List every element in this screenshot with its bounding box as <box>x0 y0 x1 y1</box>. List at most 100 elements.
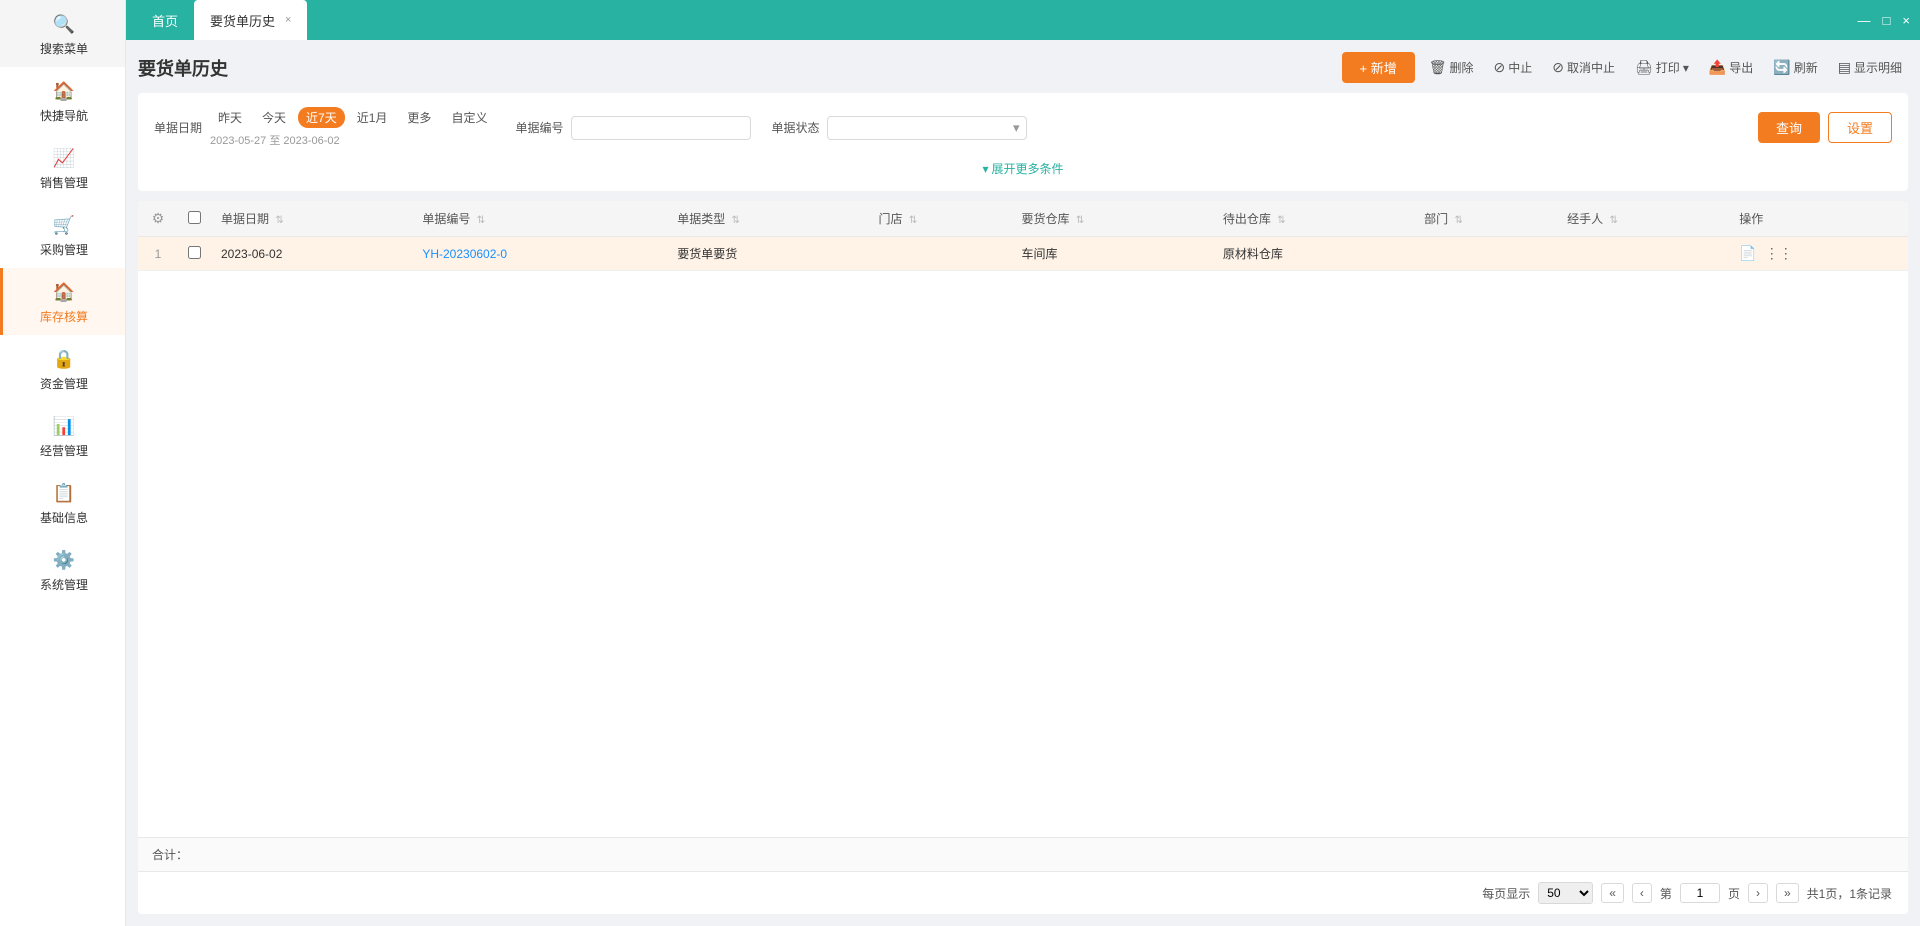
page-number-input[interactable] <box>1680 883 1720 903</box>
sidebar-item-label: 资金管理 <box>40 375 88 392</box>
filter-card: 单据日期 昨天 今天 近7天 近1月 更多 自定义 2023-05-27 至 2… <box>138 93 1908 191</box>
sidebar-item-label: 基础信息 <box>40 509 88 526</box>
th-checkbox <box>178 201 211 237</box>
row-actions: 📄 ⋮⋮ <box>1729 237 1908 271</box>
date-btn-7days[interactable]: 近7天 <box>298 107 345 128</box>
sort-date-icon[interactable]: ⇅ <box>275 215 283 226</box>
date-btn-custom[interactable]: 自定义 <box>443 107 495 128</box>
sidebar-item-label: 快捷导航 <box>40 107 88 124</box>
th-gear: ⚙ <box>138 201 178 237</box>
th-department: 部门 ⇅ <box>1414 201 1557 237</box>
query-button[interactable]: 查询 <box>1758 112 1820 143</box>
next-page-btn[interactable]: › <box>1748 883 1768 903</box>
th-department-label: 部门 <box>1424 212 1448 226</box>
sort-store-icon[interactable]: ⇅ <box>909 215 917 226</box>
row-doctype: 要货单要货 <box>667 237 868 271</box>
export-button[interactable]: 📤 导出 <box>1703 55 1759 80</box>
settings-button[interactable]: 设置 <box>1828 112 1892 143</box>
table-wrapper: ⚙ 单据日期 ⇅ 单据编号 ⇅ <box>138 201 1908 837</box>
sidebar-item-finance[interactable]: 🔒 资金管理 <box>0 335 125 402</box>
sort-req-warehouse-icon[interactable]: ⇅ <box>1076 215 1084 226</box>
select-all-checkbox[interactable] <box>188 211 201 224</box>
cancel-stop-button[interactable]: ⊘ 取消中止 <box>1546 55 1621 80</box>
window-max-btn[interactable]: □ <box>1883 13 1891 28</box>
sidebar-item-inventory[interactable]: 🏠 库存核算 <box>0 268 125 335</box>
sidebar-item-quick-nav[interactable]: 🏠 快捷导航 <box>0 67 125 134</box>
row-pending-warehouse: 原材料仓库 <box>1213 237 1414 271</box>
expand-filters-button[interactable]: ▾ 展开更多条件 <box>974 156 1071 181</box>
refresh-button[interactable]: 🔄 刷新 <box>1767 55 1823 80</box>
print-icon: 🖨 <box>1635 59 1653 76</box>
sort-department-icon[interactable]: ⇅ <box>1455 215 1463 226</box>
docno-input[interactable] <box>571 116 751 140</box>
row-docno: YH-20230602-0 <box>412 237 667 271</box>
operations-icon: 📊 <box>53 416 75 437</box>
status-select[interactable] <box>827 116 1027 140</box>
first-page-btn[interactable]: « <box>1601 883 1624 903</box>
last-page-btn[interactable]: » <box>1776 883 1799 903</box>
home-tab-label: 首页 <box>152 11 178 30</box>
sidebar-item-base-info[interactable]: 📋 基础信息 <box>0 469 125 536</box>
sidebar-item-operations[interactable]: 📊 经营管理 <box>0 402 125 469</box>
th-pending-warehouse: 待出仓库 ⇅ <box>1213 201 1414 237</box>
th-action-label: 操作 <box>1739 212 1763 226</box>
purchase-icon: 🛒 <box>53 215 75 236</box>
sort-doctype-icon[interactable]: ⇅ <box>732 215 740 226</box>
row-department <box>1414 237 1557 271</box>
sidebar-item-system[interactable]: ⚙️ 系统管理 <box>0 536 125 603</box>
sidebar-item-label: 经营管理 <box>40 442 88 459</box>
active-tab-label: 要货单历史 <box>210 11 275 30</box>
filter-row: 单据日期 昨天 今天 近7天 近1月 更多 自定义 2023-05-27 至 2… <box>154 107 1892 148</box>
sidebar-item-label: 库存核算 <box>40 308 88 325</box>
total-info: 共1页，1条记录 <box>1807 885 1892 902</box>
table-gear-icon[interactable]: ⚙ <box>152 210 165 226</box>
show-detail-icon: ▤ <box>1838 59 1851 76</box>
tab-home[interactable]: 首页 <box>136 0 194 40</box>
prev-page-btn[interactable]: ‹ <box>1632 883 1652 903</box>
table-footer: 合计： <box>138 837 1908 871</box>
th-pending-warehouse-label: 待出仓库 <box>1223 212 1271 226</box>
add-button[interactable]: + 新增 <box>1342 52 1415 83</box>
th-date: 单据日期 ⇅ <box>211 201 412 237</box>
table-header-row: ⚙ 单据日期 ⇅ 单据编号 ⇅ <box>138 201 1908 237</box>
th-handler: 经手人 ⇅ <box>1557 201 1729 237</box>
close-tab-icon[interactable]: × <box>285 14 291 26</box>
filter-actions: 查询 设置 <box>1758 112 1892 143</box>
row-date: 2023-06-02 <box>211 237 412 271</box>
window-min-btn[interactable]: — <box>1858 13 1871 28</box>
sort-handler-icon[interactable]: ⇅ <box>1609 215 1617 226</box>
show-detail-button[interactable]: ▤ 显示明细 <box>1832 55 1908 80</box>
th-req-warehouse: 要货仓库 ⇅ <box>1011 201 1212 237</box>
row-more-icon[interactable]: ⋮⋮ <box>1765 245 1793 262</box>
sort-docno-icon[interactable]: ⇅ <box>477 215 485 226</box>
system-icon: ⚙️ <box>53 550 75 571</box>
sidebar-item-purchase[interactable]: 🛒 采购管理 <box>0 201 125 268</box>
row-checkbox[interactable] <box>188 246 201 259</box>
row-checkbox-cell <box>178 237 211 271</box>
footer-total-label: 合计： <box>152 848 188 862</box>
row-req-warehouse: 车间库 <box>1011 237 1212 271</box>
date-filter-label: 单据日期 <box>154 119 202 136</box>
date-btn-yesterday[interactable]: 昨天 <box>210 107 250 128</box>
sidebar-item-sales[interactable]: 📈 销售管理 <box>0 134 125 201</box>
date-btn-today[interactable]: 今天 <box>254 107 294 128</box>
stop-button[interactable]: ⊘ 中止 <box>1488 55 1539 80</box>
print-button[interactable]: 🖨 打印 ▾ <box>1629 55 1695 80</box>
sort-pending-warehouse-icon[interactable]: ⇅ <box>1277 215 1285 226</box>
sidebar-item-search-menu[interactable]: 🔍 搜索菜单 <box>0 0 125 67</box>
row-docno-link[interactable]: YH-20230602-0 <box>422 247 507 261</box>
print-dropdown-icon: ▾ <box>1683 61 1689 75</box>
inventory-icon: 🏠 <box>53 282 75 303</box>
date-btn-1month[interactable]: 近1月 <box>349 107 396 128</box>
page-size-select[interactable]: 50 100 200 <box>1538 882 1593 904</box>
row-edit-icon[interactable]: 📄 <box>1739 245 1756 262</box>
status-filter-group: 单据状态 <box>771 116 1027 140</box>
base-info-icon: 📋 <box>53 483 75 504</box>
delete-button[interactable]: 🗑 删除 <box>1423 55 1480 80</box>
table-row: 1 2023-06-02 YH-20230602-0 要货单要货 车间库 原材料… <box>138 237 1908 271</box>
page-title: 要货单历史 <box>138 55 228 81</box>
window-close-btn[interactable]: × <box>1902 13 1910 28</box>
th-docno: 单据编号 ⇅ <box>412 201 667 237</box>
tab-active[interactable]: 要货单历史 × <box>194 0 307 40</box>
date-btn-more[interactable]: 更多 <box>399 107 439 128</box>
